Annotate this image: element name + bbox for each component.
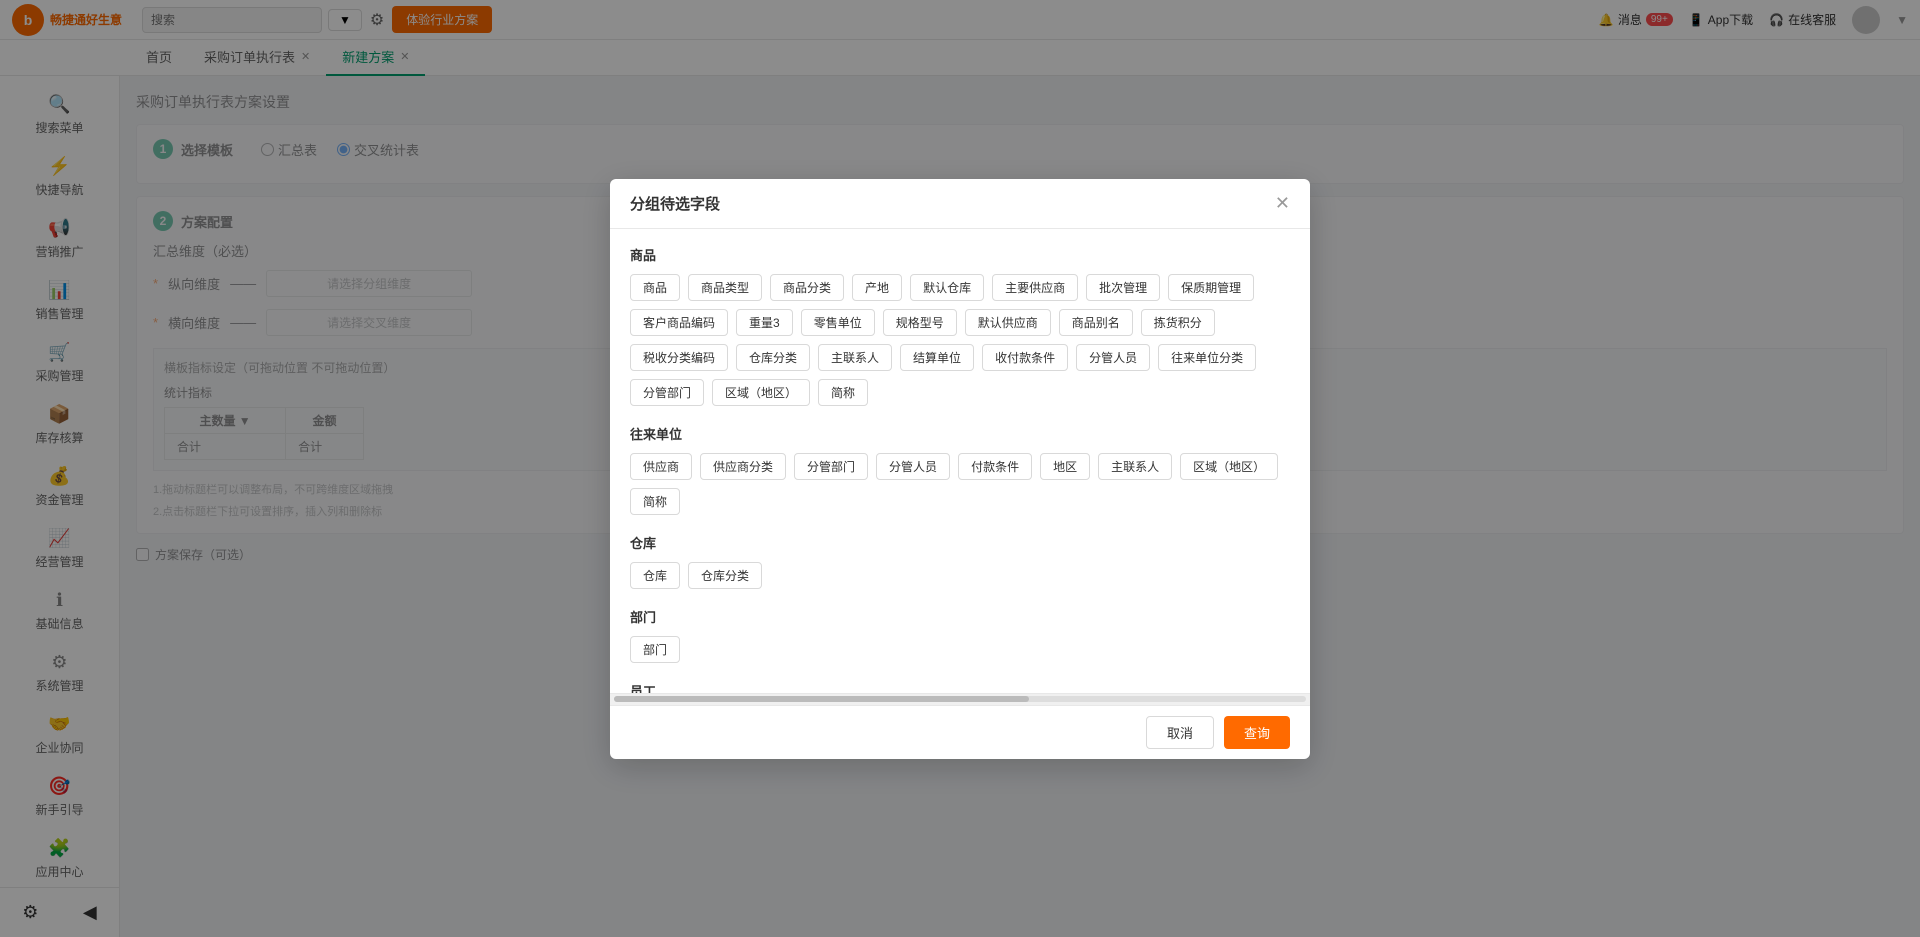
field-tag[interactable]: 供应商	[630, 453, 692, 480]
field-tag[interactable]: 部门	[630, 636, 680, 663]
field-tag[interactable]: 简称	[818, 379, 868, 406]
modal-cancel-button[interactable]: 取消	[1146, 716, 1214, 749]
field-tag[interactable]: 简称	[630, 488, 680, 515]
field-tag[interactable]: 主要供应商	[992, 274, 1078, 301]
modal-close-button[interactable]: ✕	[1275, 194, 1290, 212]
field-tag[interactable]: 仓库分类	[736, 344, 810, 371]
field-tag[interactable]: 结算单位	[900, 344, 974, 371]
modal-confirm-button[interactable]: 查询	[1224, 716, 1290, 749]
modal-horizontal-scrollbar[interactable]	[610, 693, 1310, 705]
field-tag[interactable]: 税收分类编码	[630, 344, 728, 371]
field-tag[interactable]: 默认供应商	[965, 309, 1051, 336]
field-tag[interactable]: 商品别名	[1059, 309, 1133, 336]
field-tags: 供应商供应商分类分管部门分管人员付款条件地区主联系人区域（地区） 简称	[630, 453, 1290, 515]
hscroll-thumb	[614, 696, 1029, 702]
field-tag[interactable]: 付款条件	[958, 453, 1032, 480]
field-section-title: 往来单位	[630, 424, 1290, 443]
field-tag[interactable]: 区域（地区）	[1180, 453, 1278, 480]
field-tags: 仓库仓库分类	[630, 562, 1290, 589]
field-tag[interactable]: 收付款条件	[982, 344, 1068, 371]
field-tag[interactable]: 产地	[852, 274, 902, 301]
field-tag[interactable]: 拣货积分	[1141, 309, 1215, 336]
field-tag[interactable]: 仓库分类	[688, 562, 762, 589]
modal-header: 分组待选字段 ✕	[610, 179, 1310, 229]
field-tag[interactable]: 分管部门	[794, 453, 868, 480]
field-tag[interactable]: 批次管理	[1086, 274, 1160, 301]
field-section-商品: 商品商品商品类型商品分类产地默认仓库主要供应商批次管理保质期管理客户商品编码重量…	[630, 245, 1290, 406]
field-tag[interactable]: 往来单位分类	[1158, 344, 1256, 371]
field-tag[interactable]: 商品分类	[770, 274, 844, 301]
field-tag[interactable]: 客户商品编码	[630, 309, 728, 336]
field-section-title: 商品	[630, 245, 1290, 264]
field-tag[interactable]: 地区	[1040, 453, 1090, 480]
field-tag[interactable]: 分管人员	[1076, 344, 1150, 371]
modal-footer: 取消 查询	[610, 705, 1310, 759]
field-section-员工: 员工业务员	[630, 681, 1290, 693]
field-tag[interactable]: 规格型号	[883, 309, 957, 336]
field-tag[interactable]: 主联系人	[1098, 453, 1172, 480]
field-tag[interactable]: 分管部门	[630, 379, 704, 406]
field-tag[interactable]: 重量3	[736, 309, 793, 336]
field-section-title: 仓库	[630, 533, 1290, 552]
field-tag[interactable]: 供应商分类	[700, 453, 786, 480]
modal-title: 分组待选字段	[630, 193, 720, 214]
field-tag[interactable]: 仓库	[630, 562, 680, 589]
field-section-部门: 部门部门	[630, 607, 1290, 663]
field-tag[interactable]: 默认仓库	[910, 274, 984, 301]
modal-body: 商品商品商品类型商品分类产地默认仓库主要供应商批次管理保质期管理客户商品编码重量…	[610, 229, 1310, 693]
field-tag[interactable]: 区域（地区）	[712, 379, 810, 406]
modal-overlay: 分组待选字段 ✕ 商品商品商品类型商品分类产地默认仓库主要供应商批次管理保质期管…	[0, 0, 1920, 937]
field-section-title: 员工	[630, 681, 1290, 693]
field-tags: 商品商品类型商品分类产地默认仓库主要供应商批次管理保质期管理客户商品编码重量3 零…	[630, 274, 1290, 406]
field-tag[interactable]: 商品类型	[688, 274, 762, 301]
hscroll-track	[614, 696, 1306, 702]
field-tag[interactable]: 主联系人	[818, 344, 892, 371]
field-tag[interactable]: 商品	[630, 274, 680, 301]
field-section-title: 部门	[630, 607, 1290, 626]
field-tag[interactable]: 分管人员	[876, 453, 950, 480]
field-section-往来单位: 往来单位供应商供应商分类分管部门分管人员付款条件地区主联系人区域（地区） 简称	[630, 424, 1290, 515]
field-select-modal: 分组待选字段 ✕ 商品商品商品类型商品分类产地默认仓库主要供应商批次管理保质期管…	[610, 179, 1310, 759]
field-tag[interactable]: 零售单位	[801, 309, 875, 336]
field-tag[interactable]: 保质期管理	[1168, 274, 1254, 301]
field-tags: 部门	[630, 636, 1290, 663]
field-section-仓库: 仓库仓库仓库分类	[630, 533, 1290, 589]
